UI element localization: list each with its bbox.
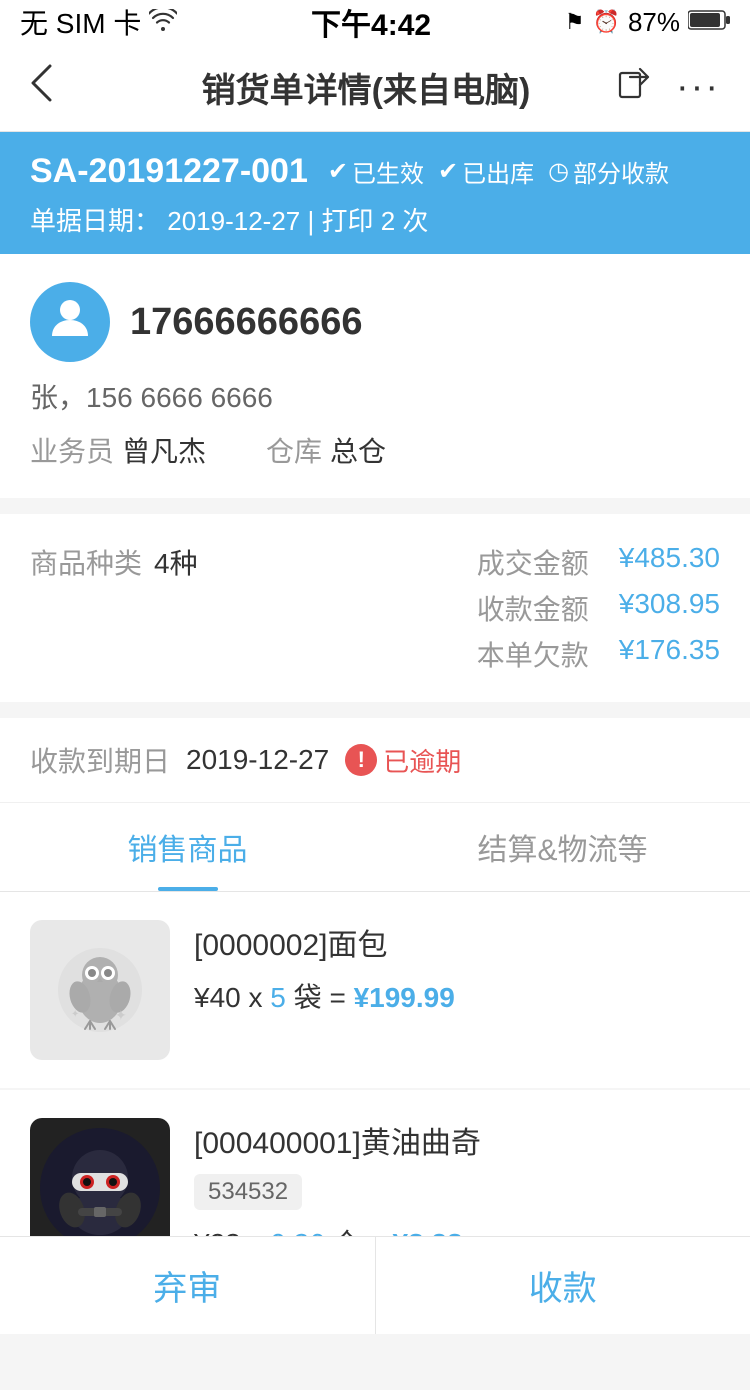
- due-label: 本单欠款: [477, 634, 589, 674]
- amount-label: 成交金额: [477, 542, 589, 582]
- separator: |: [307, 206, 321, 236]
- back-button[interactable]: [30, 64, 52, 112]
- overdue-badge: ! 已逾期: [345, 742, 461, 779]
- summary-row: 商品种类 4种 成交金额 ¥485.30 收款金额 ¥308.95 本单欠款 ¥…: [30, 542, 720, 674]
- status-badge-partial: ◷ 部分收款: [548, 154, 669, 189]
- cancel-button[interactable]: 弃审: [0, 1237, 376, 1334]
- summary-left: 商品种类 4种: [30, 542, 198, 582]
- page-title: 销货单详情(来自电脑): [72, 63, 660, 112]
- confirm-button[interactable]: 收款: [376, 1237, 750, 1334]
- header-row1: SA-20191227-001 ✔ 已生效 ✔ 已出库 ◷ 部分收款: [30, 152, 720, 191]
- clock-icon: ◷: [548, 157, 569, 186]
- svg-text:✦: ✦: [115, 1007, 127, 1023]
- due-value: ¥176.35: [619, 634, 720, 674]
- customer-name-contact: 张，156 6666 6666: [30, 376, 720, 416]
- table-row: ✦ ✦ [0000002]面包 ¥40 x 5 袋 = ¥199.99: [0, 892, 750, 1088]
- status-badge-shipped: ✔ 已出库: [438, 154, 534, 189]
- product-price-1: ¥40 x 5 袋 = ¥199.99: [194, 976, 720, 1016]
- warehouse-value: 总仓: [330, 430, 386, 470]
- product-info-1: [0000002]面包 ¥40 x 5 袋 = ¥199.99: [194, 920, 720, 1060]
- amount-value: ¥485.30: [619, 542, 720, 582]
- nav-actions: ···: [616, 65, 720, 110]
- status-partial-label: 部分收款: [573, 154, 669, 189]
- status-effective-label: 已生效: [352, 154, 424, 189]
- alarm-icon: ⏰: [593, 9, 620, 35]
- print-info: 打印 2 次: [321, 206, 428, 236]
- cancel-label: 弃审: [153, 1261, 221, 1310]
- avatar: [30, 282, 110, 362]
- product-list: ✦ ✦ [0000002]面包 ¥40 x 5 袋 = ¥199.99: [0, 892, 750, 1290]
- types-label: 商品种类: [30, 542, 142, 582]
- product-sku-2: 534532: [194, 1174, 302, 1210]
- user-icon: [46, 292, 94, 352]
- overdue-label: 已逾期: [383, 742, 461, 779]
- tabs-bar: 销售商品 结算&物流等: [0, 803, 750, 892]
- order-header-band: SA-20191227-001 ✔ 已生效 ✔ 已出库 ◷ 部分收款 单据日期：…: [0, 132, 750, 254]
- date-label: 单据日期：: [30, 206, 160, 236]
- product-name-2: [000400001]黄油曲奇: [194, 1118, 720, 1162]
- tab-settlement-label: 结算&物流等: [477, 825, 647, 869]
- due-row: 本单欠款 ¥176.35: [477, 634, 720, 674]
- tab-products[interactable]: 销售商品: [0, 803, 375, 891]
- no-sim-text: 无 SIM 卡: [20, 2, 141, 42]
- battery-icon: [688, 7, 730, 38]
- due-date-section: 收款到期日 2019-12-27 ! 已逾期: [0, 718, 750, 803]
- summary-section: 商品种类 4种 成交金额 ¥485.30 收款金额 ¥308.95 本单欠款 ¥…: [0, 514, 750, 702]
- nav-bar: 销货单详情(来自电脑) ···: [0, 44, 750, 132]
- location-icon: ⚑: [565, 9, 585, 35]
- status-badges: ✔ 已生效 ✔ 已出库 ◷ 部分收款: [328, 154, 669, 189]
- status-bar: 无 SIM 卡 下午4:42 ⚑ ⏰ 87%: [0, 0, 750, 44]
- wifi-icon: [149, 6, 177, 38]
- customer-row1: 17666666666: [30, 282, 720, 362]
- tab-settlement[interactable]: 结算&物流等: [375, 803, 750, 891]
- warehouse-label: 仓库: [266, 430, 322, 470]
- types-value: 4种: [154, 542, 198, 582]
- customer-meta: 业务员 曾凡杰 仓库 总仓: [30, 430, 720, 470]
- sales-meta: 业务员 曾凡杰: [30, 430, 206, 470]
- order-id: SA-20191227-001: [30, 152, 308, 191]
- confirm-label: 收款: [529, 1261, 597, 1310]
- status-shipped-label: 已出库: [462, 154, 534, 189]
- summary-right: 成交金额 ¥485.30 收款金额 ¥308.95 本单欠款 ¥176.35: [477, 542, 720, 674]
- received-value: ¥308.95: [619, 588, 720, 628]
- svg-text:✦: ✦: [71, 1009, 79, 1020]
- warehouse-meta: 仓库 总仓: [266, 430, 386, 470]
- received-label: 收款金额: [477, 588, 589, 628]
- due-date-value: 2019-12-27: [186, 744, 329, 776]
- check-icon-2: ✔: [438, 157, 458, 186]
- more-button[interactable]: ···: [676, 66, 720, 109]
- share-button[interactable]: [616, 65, 652, 110]
- check-icon-1: ✔: [328, 157, 348, 186]
- status-left: 无 SIM 卡: [20, 2, 177, 42]
- battery-text: 87%: [628, 7, 680, 38]
- status-badge-effective: ✔ 已生效: [328, 154, 424, 189]
- date-value: 2019-12-27: [167, 206, 300, 236]
- sales-label: 业务员: [30, 430, 114, 470]
- tab-products-label: 销售商品: [128, 825, 248, 869]
- due-date-label: 收款到期日: [30, 740, 170, 780]
- tab-active-indicator: [158, 887, 218, 891]
- header-row2: 单据日期： 2019-12-27 | 打印 2 次: [30, 201, 720, 238]
- overdue-icon: !: [345, 744, 377, 776]
- status-right: ⚑ ⏰ 87%: [565, 7, 730, 38]
- sales-value: 曾凡杰: [122, 430, 206, 470]
- customer-section: 17666666666 张，156 6666 6666 业务员 曾凡杰 仓库 总…: [0, 254, 750, 498]
- amount-row: 成交金额 ¥485.30: [477, 542, 720, 582]
- customer-id: 17666666666: [130, 301, 362, 344]
- bottom-bar: 弃审 收款: [0, 1236, 750, 1334]
- product-name-1: [0000002]面包: [194, 920, 720, 964]
- received-row: 收款金额 ¥308.95: [477, 588, 720, 628]
- product-thumbnail-1: ✦ ✦: [30, 920, 170, 1060]
- status-time: 下午4:42: [311, 0, 431, 44]
